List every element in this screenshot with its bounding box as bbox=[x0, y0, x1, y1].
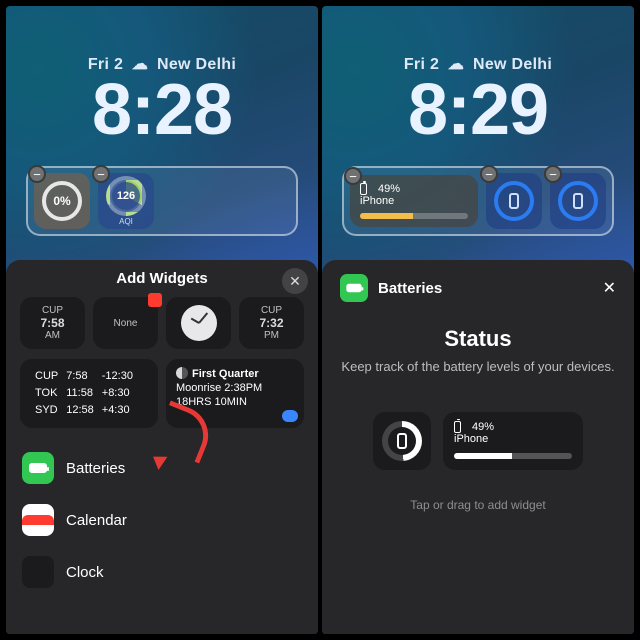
calendar-icon bbox=[22, 504, 54, 536]
rain-gauge: 0% bbox=[42, 181, 82, 221]
battery-bar bbox=[360, 213, 468, 219]
battery-detail-sheet: Batteries ✕ Status Keep track of the bat… bbox=[322, 260, 634, 634]
clock-widget-preview[interactable] bbox=[166, 297, 231, 349]
battery-device: iPhone bbox=[454, 433, 572, 445]
moon-widget-preview[interactable]: First Quarter Moonrise 2:38PM 18HRS 10MI… bbox=[166, 359, 304, 428]
phone-icon bbox=[397, 433, 407, 449]
sample-ring-widget[interactable] bbox=[373, 412, 431, 470]
weather-icon: ☁ bbox=[448, 56, 464, 73]
world-clock-table: CUP7:58-12:30 TOK11:58+8:30 SYD12:58+4:3… bbox=[30, 367, 138, 420]
phone-icon bbox=[573, 193, 583, 209]
battery-device: iPhone bbox=[360, 195, 468, 207]
moon-icon bbox=[176, 367, 188, 379]
aqi-gauge: 126 bbox=[106, 176, 146, 216]
lockscreen-top: Fri 2 ☁ New Delhi 8:29 bbox=[322, 6, 634, 146]
app-row-clock[interactable]: Clock bbox=[20, 546, 304, 598]
moon-phase: First Quarter bbox=[192, 368, 259, 380]
date-line[interactable]: Fri 2 ☁ New Delhi bbox=[322, 54, 634, 74]
date-line[interactable]: Fri 2 ☁ New Delhi bbox=[6, 54, 318, 74]
tiny-city: CUP bbox=[261, 305, 282, 316]
city-text: New Delhi bbox=[157, 56, 236, 73]
tiny-ampm: PM bbox=[264, 330, 279, 341]
widget-samples: 49% iPhone bbox=[340, 412, 616, 470]
tiny-city: None bbox=[114, 318, 138, 329]
battery-icon bbox=[360, 183, 367, 195]
battery-fill bbox=[454, 453, 512, 459]
battery-ring bbox=[558, 181, 598, 221]
app-label: Batteries bbox=[66, 460, 125, 477]
remove-widget-icon[interactable]: − bbox=[92, 165, 110, 183]
tiny-time: 7:58 bbox=[40, 316, 64, 330]
close-icon[interactable]: ✕ bbox=[282, 268, 308, 294]
battery-icon bbox=[454, 421, 461, 433]
remove-widget-icon[interactable]: − bbox=[28, 165, 46, 183]
aqi-widget[interactable]: − 126 AQI bbox=[98, 173, 154, 229]
lockscreen-top: Fri 2 ☁ New Delhi 8:28 bbox=[6, 6, 318, 146]
rain-widget[interactable]: − 0% bbox=[34, 173, 90, 229]
battery-ring-widget[interactable]: − bbox=[550, 173, 606, 229]
remove-widget-icon[interactable]: − bbox=[544, 165, 562, 183]
battery-widget[interactable]: − 49% iPhone bbox=[350, 175, 478, 227]
moonrise-text: Moonrise 2:38PM bbox=[176, 381, 294, 395]
tiny-ampm: AM bbox=[45, 330, 60, 341]
clock-widget-preview[interactable]: CUP 7:32 PM bbox=[239, 297, 304, 349]
status-desc: Keep track of the battery levels of your… bbox=[340, 358, 616, 376]
aqi-value: 126 bbox=[117, 190, 135, 202]
battery-ring-widget[interactable]: − bbox=[486, 173, 542, 229]
batteries-icon bbox=[340, 274, 368, 302]
screenshot-right: Fri 2 ☁ New Delhi 8:29 − 49% iPhone − bbox=[322, 6, 634, 634]
date-text: Fri 2 bbox=[404, 56, 439, 73]
widget-app-list: Batteries Calendar Clock bbox=[20, 442, 304, 598]
city-text: New Delhi bbox=[473, 56, 552, 73]
app-label: Clock bbox=[66, 564, 104, 581]
weather-icon: ☁ bbox=[132, 56, 148, 73]
sheet-header: Batteries bbox=[378, 280, 442, 297]
world-clock-widget-preview[interactable]: CUP7:58-12:30 TOK11:58+8:30 SYD12:58+4:3… bbox=[20, 359, 158, 428]
tiny-city: CUP bbox=[42, 305, 63, 316]
date-text: Fri 2 bbox=[88, 56, 123, 73]
clock-widget-preview[interactable]: CUP 7:58 AM bbox=[20, 297, 85, 349]
widget-strip[interactable]: − 49% iPhone − − bbox=[342, 166, 614, 236]
moon-duration: 18HRS 10MIN bbox=[176, 395, 294, 409]
app-row-batteries[interactable]: Batteries bbox=[20, 442, 304, 494]
clock-widget-preview[interactable]: None bbox=[93, 297, 158, 349]
app-label: Calendar bbox=[66, 512, 127, 529]
aqi-label: AQI bbox=[119, 217, 133, 226]
battery-ring bbox=[382, 421, 422, 461]
battery-bar bbox=[454, 453, 572, 459]
status-title: Status bbox=[340, 326, 616, 352]
battery-fill bbox=[360, 213, 413, 219]
screenshot-left: Fri 2 ☁ New Delhi 8:28 − 0% − 126 AQI bbox=[6, 6, 318, 634]
battery-percent: 49% bbox=[378, 183, 400, 195]
lock-clock[interactable]: 8:28 bbox=[6, 74, 318, 146]
battery-ring bbox=[494, 181, 534, 221]
battery-percent: 49% bbox=[472, 421, 494, 433]
phone-icon bbox=[509, 193, 519, 209]
sheet-title: Add Widgets bbox=[20, 270, 304, 287]
close-icon[interactable]: ✕ bbox=[603, 278, 616, 298]
batteries-icon bbox=[22, 452, 54, 484]
remove-widget-icon[interactable]: − bbox=[480, 165, 498, 183]
add-widgets-sheet: Add Widgets ✕ CUP 7:58 AM None CUP 7:32 bbox=[6, 260, 318, 634]
clock-icon bbox=[22, 556, 54, 588]
calendar-badge-icon bbox=[148, 293, 162, 307]
sample-bar-widget[interactable]: 49% iPhone bbox=[443, 412, 583, 470]
tiny-time: 7:32 bbox=[259, 316, 283, 330]
app-row-calendar[interactable]: Calendar bbox=[20, 494, 304, 546]
cloud-icon bbox=[282, 410, 298, 422]
remove-widget-icon[interactable]: − bbox=[344, 167, 362, 185]
lock-clock[interactable]: 8:29 bbox=[322, 74, 634, 146]
widget-strip[interactable]: − 0% − 126 AQI bbox=[26, 166, 298, 236]
rain-value: 0% bbox=[53, 194, 70, 208]
analog-clock-icon bbox=[181, 305, 217, 341]
add-hint: Tap or drag to add widget bbox=[340, 498, 616, 512]
